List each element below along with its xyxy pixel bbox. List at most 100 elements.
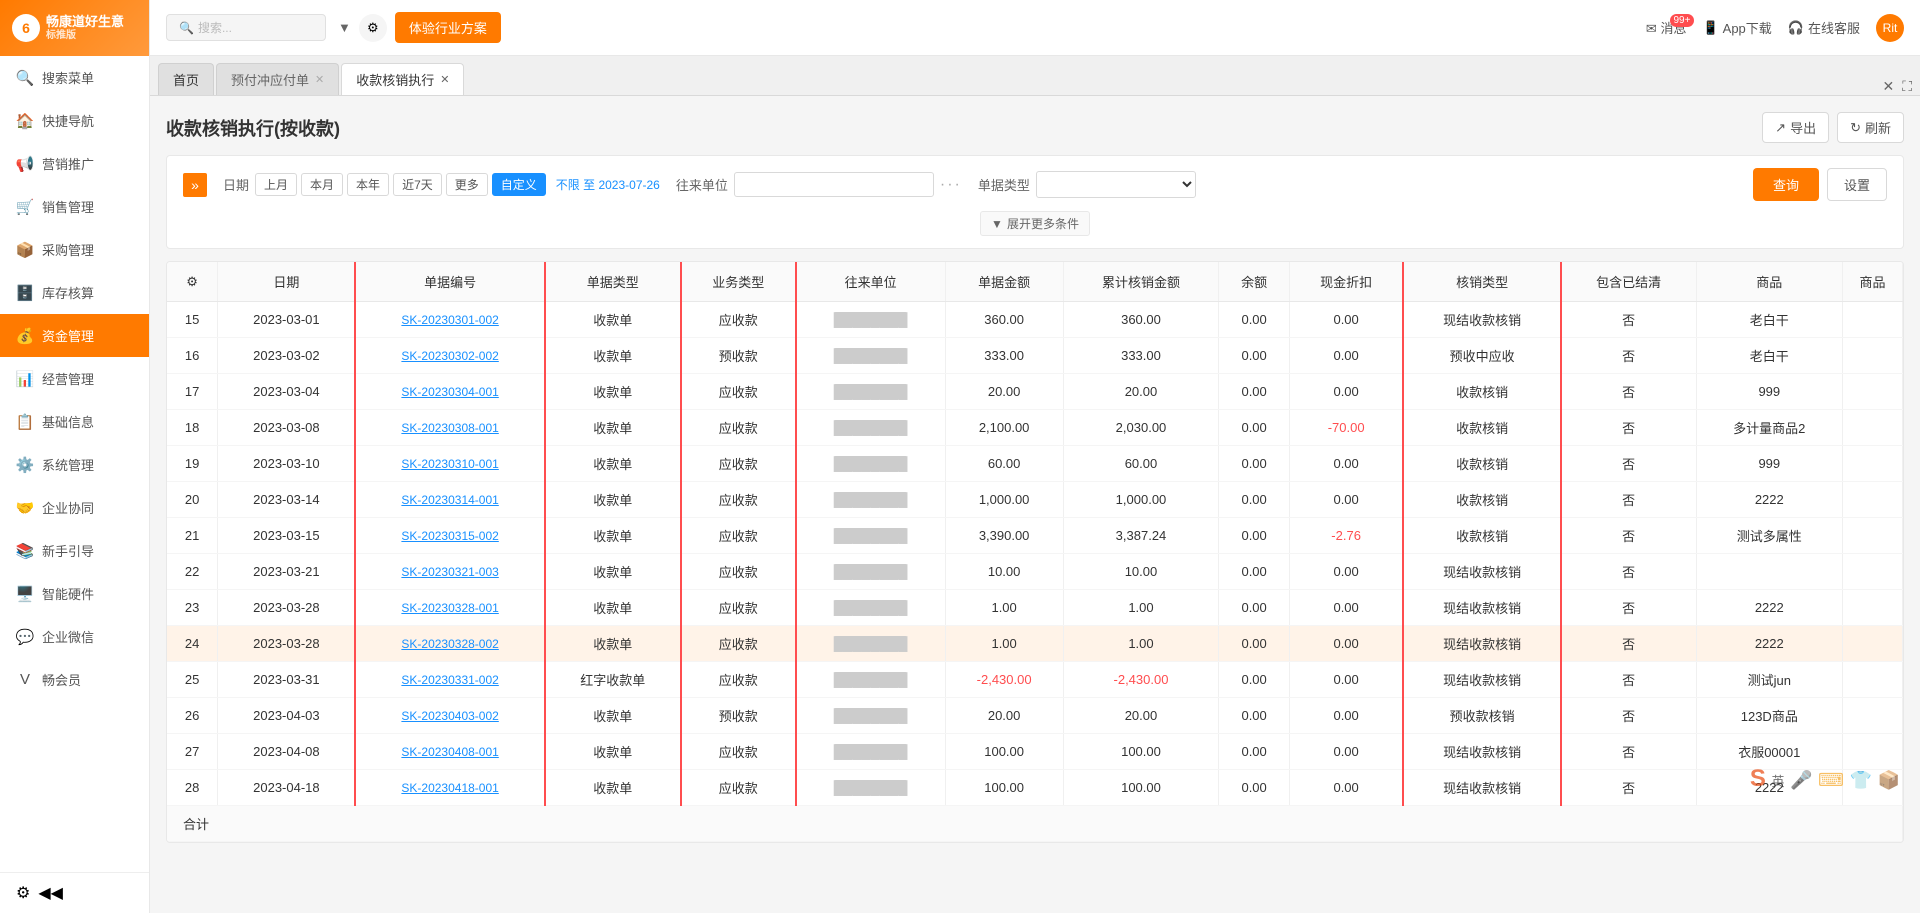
chevron-down-icon: ▼ bbox=[338, 20, 351, 35]
sidebar-item-sales[interactable]: 🛒销售管理 bbox=[0, 185, 149, 228]
row-bill-type: 收款单 bbox=[545, 518, 681, 554]
row-biz-type: 应收款 bbox=[681, 734, 796, 770]
bill-no-link[interactable]: SK-20230408-001 bbox=[401, 745, 498, 759]
expand-conditions-btn[interactable]: ▼ 展开更多条件 bbox=[980, 211, 1090, 236]
col-header-verify-type: 核销类型 bbox=[1403, 262, 1560, 302]
close-tab-icon[interactable]: ✕ bbox=[1882, 78, 1894, 95]
settings-icon[interactable]: ⚙ bbox=[16, 883, 30, 903]
page-title: 收款核销执行(按收款) bbox=[166, 115, 340, 141]
date-btn-custom[interactable]: 自定义 bbox=[492, 173, 546, 196]
expand-label: 展开更多条件 bbox=[1007, 215, 1079, 232]
counterparty-dots: ··· bbox=[940, 176, 962, 194]
bill-no-link[interactable]: SK-20230321-003 bbox=[401, 565, 498, 579]
sidebar-item-basic[interactable]: 📋基础信息 bbox=[0, 400, 149, 443]
bill-no-link[interactable]: SK-20230315-002 bbox=[401, 529, 498, 543]
sidebar-item-purchase[interactable]: 📦采购管理 bbox=[0, 228, 149, 271]
sidebar-icon-corp: 🤝 bbox=[16, 499, 34, 517]
counterparty-input[interactable] bbox=[734, 172, 934, 197]
date-btn-prev-month[interactable]: 上月 bbox=[255, 173, 297, 196]
date-range-display: 不限 至 2023-07-26 bbox=[556, 176, 660, 193]
bill-no-link[interactable]: SK-20230328-002 bbox=[401, 637, 498, 651]
topbar-search[interactable]: 🔍 搜索... bbox=[166, 14, 326, 41]
bill-no-link[interactable]: SK-20230331-002 bbox=[401, 673, 498, 687]
expand-tab-icon[interactable]: ⛶ bbox=[1902, 78, 1912, 95]
sidebar-icon-guide: 📚 bbox=[16, 542, 34, 560]
col-header-settings[interactable]: ⚙ bbox=[167, 262, 218, 302]
bill-no-link[interactable]: SK-20230418-001 bbox=[401, 781, 498, 795]
row-accum-amount: 1.00 bbox=[1063, 626, 1219, 662]
row-verify-type: 现结收款核销 bbox=[1403, 626, 1560, 662]
messages-area[interactable]: ✉ 消息 99+ bbox=[1646, 18, 1687, 37]
export-button[interactable]: ↗ 导出 bbox=[1762, 112, 1829, 143]
bill-no-link[interactable]: SK-20230302-002 bbox=[401, 349, 498, 363]
bill-no-link[interactable]: SK-20230403-002 bbox=[401, 709, 498, 723]
sidebar-item-corp[interactable]: 🤝企业协同 bbox=[0, 486, 149, 529]
row-bill-no: SK-20230418-001 bbox=[355, 770, 544, 806]
bill-no-link[interactable]: SK-20230310-001 bbox=[401, 457, 498, 471]
date-btn-this-year[interactable]: 本年 bbox=[347, 173, 389, 196]
collapse-icon[interactable]: ◀◀ bbox=[38, 883, 63, 903]
col-header-date: 日期 bbox=[218, 262, 356, 302]
bill-no-link[interactable]: SK-20230314-001 bbox=[401, 493, 498, 507]
voucher-type-select[interactable]: 收款单 红字收款单 bbox=[1036, 171, 1196, 198]
sidebar-item-finance[interactable]: 💰资金管理 bbox=[0, 314, 149, 357]
row-biz-type: 应收款 bbox=[681, 770, 796, 806]
row-balance: 0.00 bbox=[1219, 590, 1290, 626]
bill-no-link[interactable]: SK-20230304-001 bbox=[401, 385, 498, 399]
row-include-settled: 否 bbox=[1561, 698, 1696, 734]
date-label: 日期 bbox=[223, 175, 249, 194]
sidebar-label-purchase: 采购管理 bbox=[42, 240, 94, 259]
tab-collection[interactable]: 收款核销执行 ✕ bbox=[341, 63, 464, 95]
sidebar-item-guide[interactable]: 📚新手引导 bbox=[0, 529, 149, 572]
industry-btn[interactable]: 体验行业方案 bbox=[395, 12, 501, 43]
online-service-area[interactable]: 🎧 在线客服 bbox=[1788, 18, 1860, 37]
sidebar-item-marketing[interactable]: 📢营销推广 bbox=[0, 142, 149, 185]
row-verify-type: 现结收款核销 bbox=[1403, 770, 1560, 806]
row-no: 21 bbox=[167, 518, 218, 554]
mobile-icon: 📱 bbox=[1702, 20, 1718, 36]
sidebar-label-basic: 基础信息 bbox=[42, 412, 94, 431]
industry-dropdown[interactable]: ▼ bbox=[334, 20, 351, 35]
page-actions: ↗ 导出 ↻ 刷新 bbox=[1762, 112, 1904, 143]
sidebar-item-wechat[interactable]: 💬企业微信 bbox=[0, 615, 149, 658]
user-area[interactable]: Rit bbox=[1876, 14, 1904, 42]
row-accum-amount: 100.00 bbox=[1063, 770, 1219, 806]
date-btn-7days[interactable]: 近7天 bbox=[393, 173, 442, 196]
sidebar-item-search[interactable]: 🔍搜索菜单 bbox=[0, 56, 149, 99]
table-row: 23 2023-03-28 SK-20230328-001 收款单 应收款 ██… bbox=[167, 590, 1903, 626]
query-button[interactable]: 查询 bbox=[1753, 168, 1819, 201]
sidebar-item-system[interactable]: ⚙️系统管理 bbox=[0, 443, 149, 486]
sidebar-item-member[interactable]: V畅会员 bbox=[0, 658, 149, 701]
close-collection-tab[interactable]: ✕ bbox=[440, 73, 449, 86]
sidebar-icon-finance: 💰 bbox=[16, 327, 34, 345]
row-cash-discount: -2.76 bbox=[1289, 518, 1403, 554]
date-btn-more[interactable]: 更多 bbox=[446, 173, 488, 196]
tab-home[interactable]: 首页 bbox=[158, 63, 214, 95]
sidebar-item-ops[interactable]: 📊经营管理 bbox=[0, 357, 149, 400]
sidebar-item-hardware[interactable]: 🖥️智能硬件 bbox=[0, 572, 149, 615]
row-include-settled: 否 bbox=[1561, 482, 1696, 518]
settings-button[interactable]: 设置 bbox=[1827, 168, 1887, 201]
bill-no-link[interactable]: SK-20230308-001 bbox=[401, 421, 498, 435]
bill-no-link[interactable]: SK-20230301-002 bbox=[401, 313, 498, 327]
date-btn-this-month[interactable]: 本月 bbox=[301, 173, 343, 196]
row-biz-type: 应收款 bbox=[681, 302, 796, 338]
app-download-area[interactable]: 📱 App下载 bbox=[1702, 18, 1771, 37]
sidebar-item-inventory[interactable]: 🗄️库存核算 bbox=[0, 271, 149, 314]
row-cash-discount: 0.00 bbox=[1289, 698, 1403, 734]
close-payable-tab[interactable]: ✕ bbox=[315, 73, 324, 86]
bill-no-link[interactable]: SK-20230328-001 bbox=[401, 601, 498, 615]
row-amount: 1,000.00 bbox=[945, 482, 1063, 518]
sidebar-item-quick-nav[interactable]: 🏠快捷导航 bbox=[0, 99, 149, 142]
row-bill-no: SK-20230321-003 bbox=[355, 554, 544, 590]
row-goods1: 2222 bbox=[1696, 482, 1842, 518]
tab-payable[interactable]: 预付冲应付单 ✕ bbox=[216, 63, 339, 95]
row-balance: 0.00 bbox=[1219, 626, 1290, 662]
collapse-filter-btn[interactable]: » bbox=[183, 173, 207, 197]
row-balance: 0.00 bbox=[1219, 698, 1290, 734]
row-verify-type: 预收款核销 bbox=[1403, 698, 1560, 734]
row-no: 24 bbox=[167, 626, 218, 662]
gear-button[interactable]: ⚙ bbox=[359, 14, 387, 42]
row-include-settled: 否 bbox=[1561, 374, 1696, 410]
refresh-button[interactable]: ↻ 刷新 bbox=[1837, 112, 1904, 143]
